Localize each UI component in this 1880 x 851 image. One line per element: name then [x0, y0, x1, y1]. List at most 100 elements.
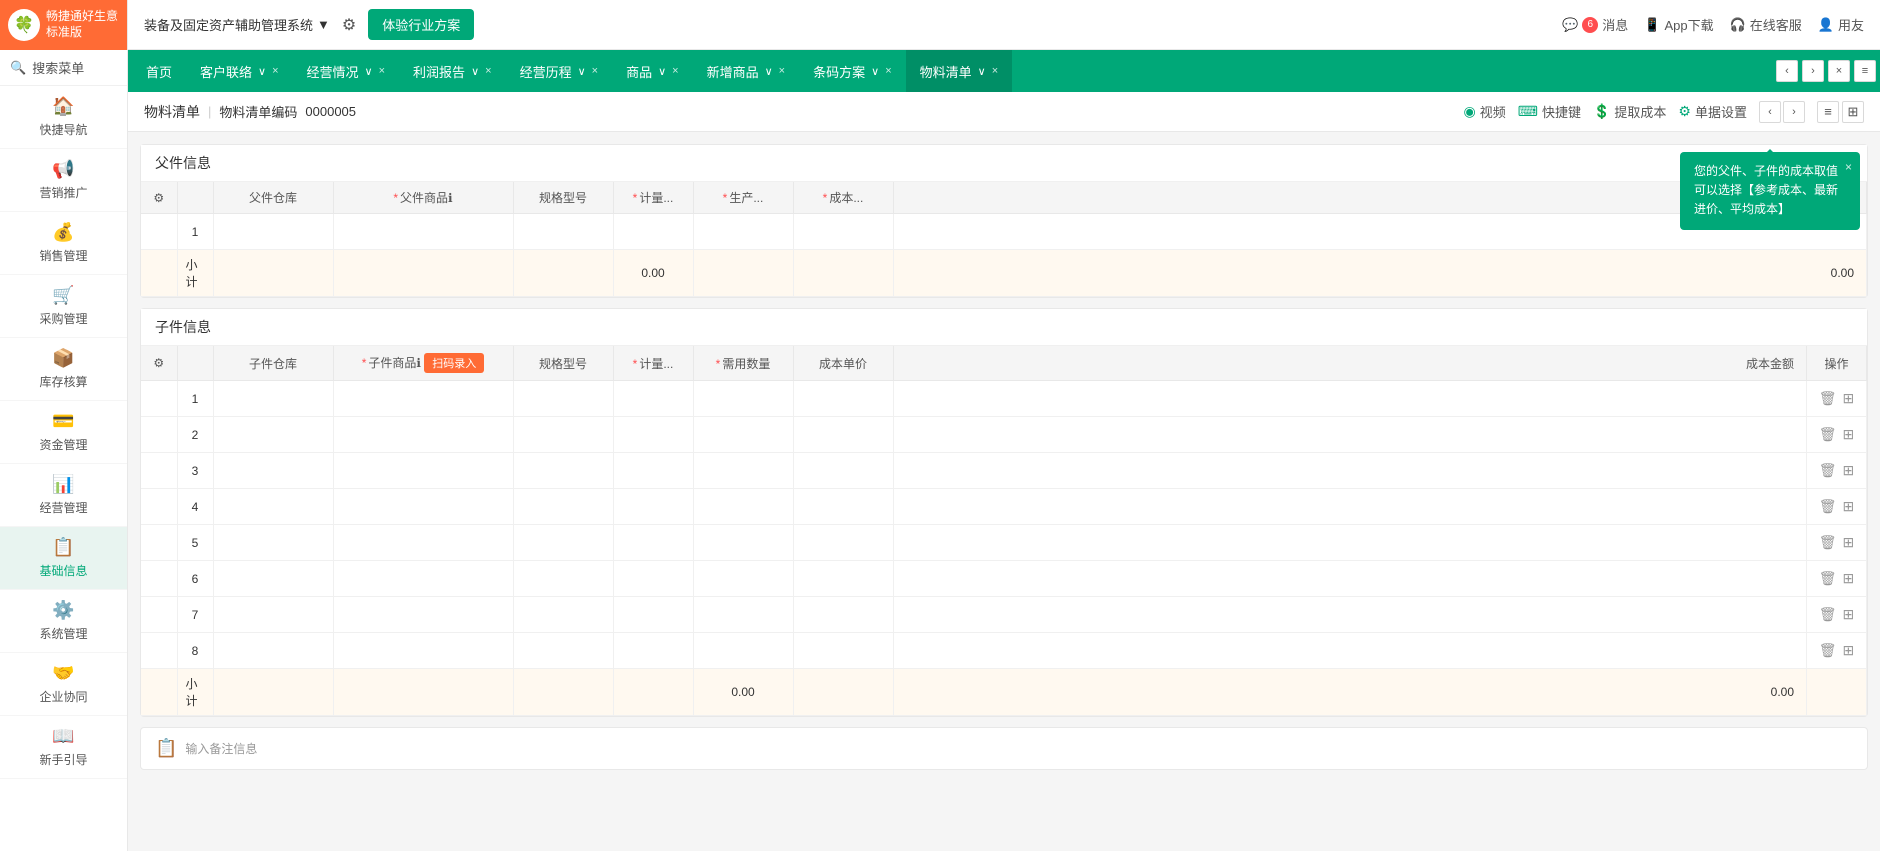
parent-cell-warehouse[interactable] [213, 214, 333, 250]
child-cell-unit[interactable] [613, 525, 693, 561]
tab-close-all-btn[interactable]: × [1828, 60, 1850, 82]
tab-add-product[interactable]: 新增商品∨× [693, 50, 800, 92]
child-cell-spec[interactable] [513, 417, 613, 453]
parent-cell-spec[interactable] [513, 214, 613, 250]
tab-prev-btn[interactable]: ‹ [1776, 60, 1798, 82]
child-cell-warehouse[interactable] [213, 561, 333, 597]
tooltip-close-btn[interactable]: × [1845, 158, 1852, 177]
parent-cell-cost[interactable] [793, 214, 893, 250]
delete-row-btn[interactable]: 🗑 [1819, 642, 1837, 659]
tab-product[interactable]: 商品∨× [612, 50, 693, 92]
tab-operation-status[interactable]: 经营情况∨× [293, 50, 400, 92]
child-cell-unit-cost[interactable] [793, 561, 893, 597]
grid-view-btn[interactable]: ⊞ [1842, 101, 1864, 123]
child-cell-warehouse[interactable] [213, 453, 333, 489]
tab-profit[interactable]: 利润报告∨× [399, 50, 506, 92]
child-cell-needed[interactable] [693, 489, 793, 525]
copy-row-btn[interactable]: ⊞ [1843, 606, 1855, 623]
child-cell-spec[interactable] [513, 633, 613, 669]
app-download-button[interactable]: 📱 App下载 [1644, 15, 1713, 34]
child-cell-needed[interactable] [693, 561, 793, 597]
child-cell-unit-cost[interactable] [793, 597, 893, 633]
sidebar-item-operation[interactable]: 📊 经营管理 [0, 464, 127, 527]
delete-row-btn[interactable]: 🗑 [1819, 498, 1837, 515]
copy-row-btn[interactable]: ⊞ [1843, 390, 1855, 407]
sidebar-item-finance[interactable]: 💳 资金管理 [0, 401, 127, 464]
tab-close-icon[interactable]: × [992, 65, 998, 77]
user-avatar[interactable]: 👤 用友 [1818, 15, 1864, 34]
child-cell-spec[interactable] [513, 381, 613, 417]
delete-row-btn[interactable]: 🗑 [1819, 606, 1837, 623]
child-cell-unit-cost[interactable] [793, 489, 893, 525]
tab-close-icon[interactable]: × [379, 65, 385, 77]
child-cell-warehouse[interactable] [213, 633, 333, 669]
scan-button[interactable]: 扫码录入 [424, 353, 484, 373]
delete-row-btn[interactable]: 🗑 [1819, 390, 1837, 407]
view-action[interactable]: ◉ 视频 [1464, 102, 1506, 121]
copy-row-btn[interactable]: ⊞ [1843, 498, 1855, 515]
child-cell-unit-cost[interactable] [793, 381, 893, 417]
child-cell-product[interactable] [333, 561, 513, 597]
sidebar-item-basic-info[interactable]: 📋 基础信息 [0, 527, 127, 590]
child-cell-needed[interactable] [693, 633, 793, 669]
tab-next-btn[interactable]: › [1802, 60, 1824, 82]
child-cell-product[interactable] [333, 417, 513, 453]
child-cell-unit[interactable] [613, 417, 693, 453]
child-cell-unit[interactable] [613, 489, 693, 525]
message-button[interactable]: 💬 6 消息 [1562, 15, 1628, 34]
tab-close-icon[interactable]: × [672, 65, 678, 77]
tab-close-icon[interactable]: × [885, 65, 891, 77]
single-settings-action[interactable]: ⚙ 单据设置 [1678, 102, 1747, 121]
parent-cell-production[interactable] [693, 214, 793, 250]
delete-row-btn[interactable]: 🗑 [1819, 570, 1837, 587]
online-service-button[interactable]: 🎧 在线客服 [1730, 15, 1802, 34]
delete-row-btn[interactable]: 🗑 [1819, 462, 1837, 479]
child-cell-needed[interactable] [693, 453, 793, 489]
copy-row-btn[interactable]: ⊞ [1843, 426, 1855, 443]
child-cell-needed[interactable] [693, 525, 793, 561]
child-cell-needed[interactable] [693, 417, 793, 453]
child-cell-spec[interactable] [513, 489, 613, 525]
experience-button[interactable]: 体验行业方案 [368, 9, 474, 40]
parent-col-settings[interactable]: ⚙ [141, 182, 177, 214]
child-cell-unit-cost[interactable] [793, 525, 893, 561]
tab-close-icon[interactable]: × [485, 65, 491, 77]
child-cell-product[interactable] [333, 453, 513, 489]
extract-cost-action[interactable]: 💲 提取成本 [1593, 102, 1666, 121]
child-cell-warehouse[interactable] [213, 489, 333, 525]
tab-close-icon[interactable]: × [592, 65, 598, 77]
tab-close-icon[interactable]: × [779, 65, 785, 77]
child-cell-needed[interactable] [693, 597, 793, 633]
delete-row-btn[interactable]: 🗑 [1819, 534, 1837, 551]
child-cell-spec[interactable] [513, 525, 613, 561]
child-col-settings[interactable]: ⚙ [141, 346, 177, 381]
child-cell-unit-cost[interactable] [793, 633, 893, 669]
child-cell-unit[interactable] [613, 633, 693, 669]
sidebar-item-quick-nav[interactable]: 🏠 快捷导航 [0, 86, 127, 149]
child-cell-unit[interactable] [613, 453, 693, 489]
gear-settings-icon[interactable]: ⚙ [342, 15, 356, 35]
parent-cell-unit[interactable] [613, 214, 693, 250]
tab-customer[interactable]: 客户联络∨× [186, 50, 293, 92]
child-cell-needed[interactable] [693, 381, 793, 417]
system-title[interactable]: 装备及固定资产辅助管理系统 ▼ [144, 15, 330, 34]
child-cell-product[interactable] [333, 489, 513, 525]
list-view-btn[interactable]: ≡ [1817, 101, 1839, 123]
child-cell-unit[interactable] [613, 597, 693, 633]
child-cell-spec[interactable] [513, 453, 613, 489]
copy-row-btn[interactable]: ⊞ [1843, 462, 1855, 479]
child-cell-spec[interactable] [513, 597, 613, 633]
tab-bom[interactable]: 物料清单∨× [906, 50, 1013, 92]
child-cell-warehouse[interactable] [213, 381, 333, 417]
sidebar-item-system[interactable]: ⚙️ 系统管理 [0, 590, 127, 653]
child-cell-product[interactable] [333, 597, 513, 633]
child-cell-product[interactable] [333, 381, 513, 417]
prev-record-btn[interactable]: ‹ [1759, 101, 1781, 123]
delete-row-btn[interactable]: 🗑 [1819, 426, 1837, 443]
tab-barcode[interactable]: 条码方案∨× [799, 50, 906, 92]
sidebar-item-purchase[interactable]: 🛒 采购管理 [0, 275, 127, 338]
tab-menu-btn[interactable]: ≡ [1854, 60, 1876, 82]
shortcut-action[interactable]: ⌨ 快捷键 [1518, 102, 1581, 121]
copy-row-btn[interactable]: ⊞ [1843, 642, 1855, 659]
child-cell-spec[interactable] [513, 561, 613, 597]
